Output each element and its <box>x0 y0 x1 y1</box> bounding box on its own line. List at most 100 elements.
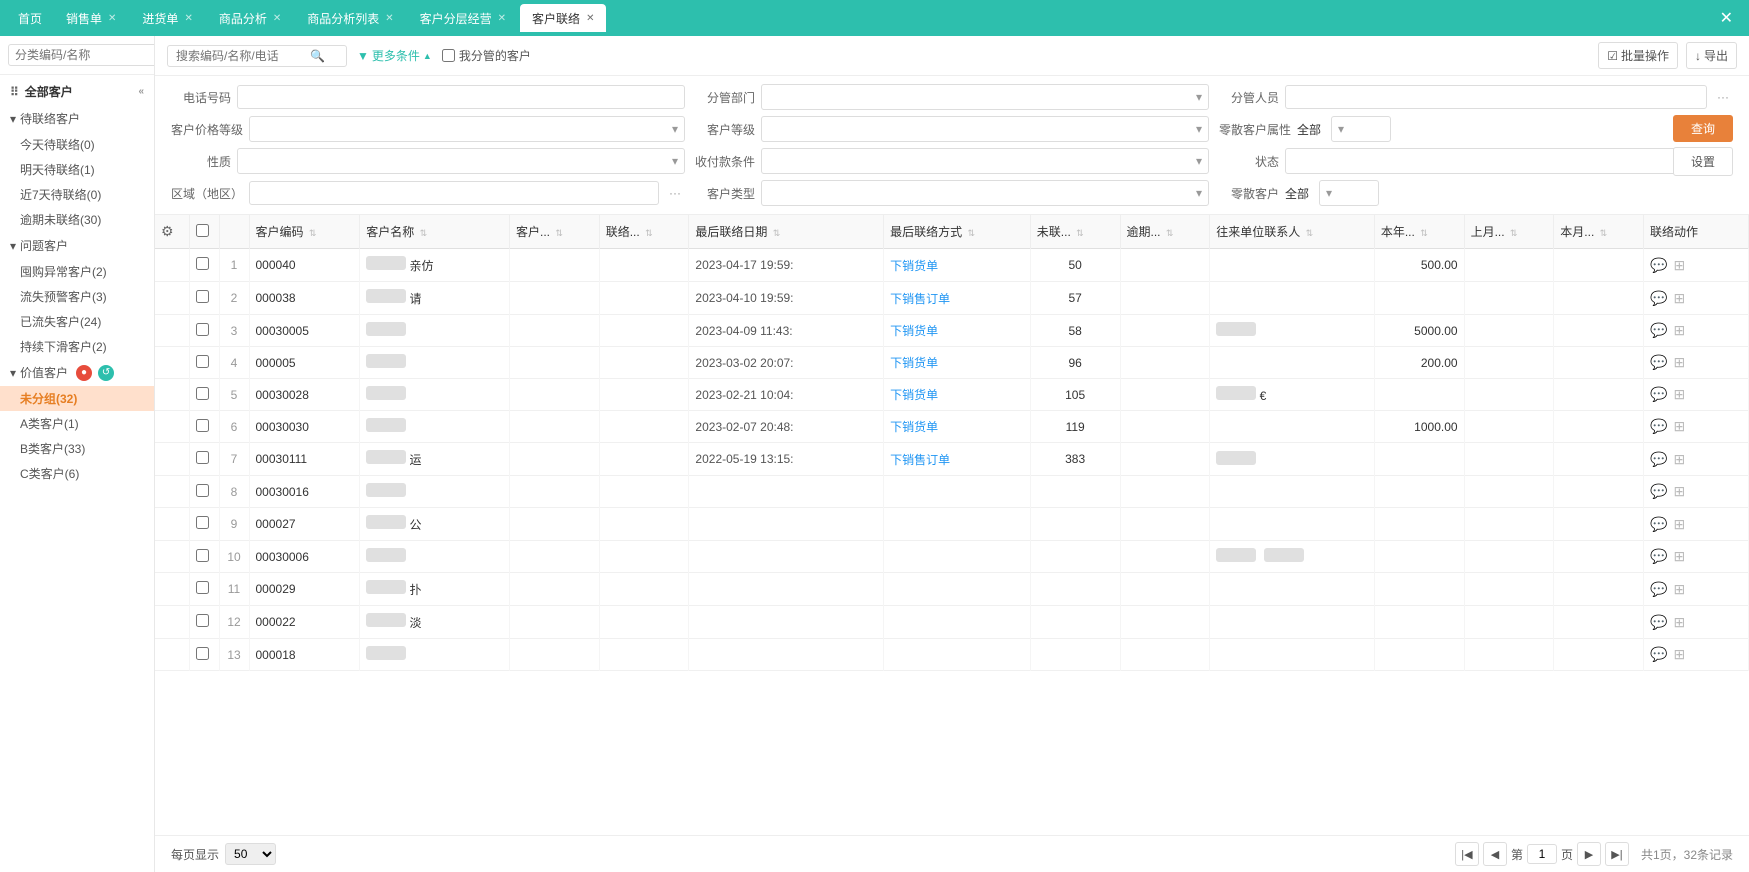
chat-icon-2[interactable]: 💬 <box>1650 322 1667 339</box>
filter-more-conditions[interactable]: ▼ 更多条件 ▲ <box>357 47 432 64</box>
sidebar-group-problem-customers[interactable]: ▾ 问题客户 <box>0 232 154 259</box>
row-checkbox-8[interactable] <box>196 516 209 529</box>
grid-action-icon-9[interactable]: ⊞ <box>1673 548 1685 565</box>
grid-action-icon-8[interactable]: ⊞ <box>1673 516 1685 533</box>
batch-operation-button[interactable]: ☑ 批量操作 <box>1598 42 1678 69</box>
row-checkbox-1[interactable] <box>196 290 209 303</box>
chat-icon-10[interactable]: 💬 <box>1650 581 1667 598</box>
tab-sales-close-icon[interactable]: ✕ <box>108 13 116 24</box>
td-lcm-4[interactable]: 下销货单 <box>884 379 1031 411</box>
td-lcm-9[interactable] <box>884 541 1031 573</box>
next-page-button[interactable]: ▶ <box>1577 842 1601 866</box>
td-checkbox-2[interactable] <box>189 315 219 347</box>
chat-icon-3[interactable]: 💬 <box>1650 354 1667 371</box>
td-checkbox-1[interactable] <box>189 282 219 315</box>
query-button[interactable]: 查询 <box>1673 115 1733 142</box>
th-type[interactable]: 客户... ⇅ <box>509 215 599 249</box>
prev-page-button[interactable]: ◀ <box>1483 842 1507 866</box>
chat-icon-0[interactable]: 💬 <box>1650 257 1667 274</box>
price-level-select[interactable]: ▾ <box>249 116 685 142</box>
tab-customer-contact[interactable]: 客户联络 ✕ <box>520 4 606 32</box>
th-checkbox[interactable] <box>189 215 219 249</box>
th-overdue[interactable]: 逾期... ⇅ <box>1120 215 1210 249</box>
dept-select[interactable]: ▾ <box>761 84 1209 110</box>
tab-analysis-list[interactable]: 商品分析列表 ✕ <box>295 4 405 32</box>
current-page-input[interactable] <box>1527 844 1557 864</box>
th-not-contacted[interactable]: 未联... ⇅ <box>1030 215 1120 249</box>
grid-action-icon-10[interactable]: ⊞ <box>1673 581 1685 598</box>
chat-icon-9[interactable]: 💬 <box>1650 548 1667 565</box>
sidebar-item-abnormal[interactable]: 囤购异常客户(2) <box>0 259 154 284</box>
sidebar-all-customers[interactable]: ⠿ 全部客户 « <box>0 75 154 105</box>
chat-icon-12[interactable]: 💬 <box>1650 646 1667 663</box>
td-checkbox-9[interactable] <box>189 541 219 573</box>
row-checkbox-9[interactable] <box>196 549 209 562</box>
td-lcm-1[interactable]: 下销售订单 <box>884 282 1031 315</box>
chat-icon-4[interactable]: 💬 <box>1650 386 1667 403</box>
sidebar-item-classC[interactable]: C类客户(6) <box>0 461 154 486</box>
chat-icon-11[interactable]: 💬 <box>1650 614 1667 631</box>
td-checkbox-0[interactable] <box>189 249 219 282</box>
th-contact[interactable]: 联络... ⇅ <box>599 215 689 249</box>
sidebar-item-lost[interactable]: 已流失客户(24) <box>0 309 154 334</box>
td-lcm-5[interactable]: 下销货单 <box>884 411 1031 443</box>
sidebar-item-classA[interactable]: A类客户(1) <box>0 411 154 436</box>
row-checkbox-5[interactable] <box>196 419 209 432</box>
tab-sales[interactable]: 销售单 ✕ <box>54 4 128 32</box>
sidebar-item-churn-warning[interactable]: 流失预警客户(3) <box>0 284 154 309</box>
close-all-icon[interactable]: ✕ <box>1712 8 1741 28</box>
grid-action-icon-7[interactable]: ⊞ <box>1673 483 1685 500</box>
th-settings[interactable]: ⚙ <box>155 215 189 249</box>
tab-customer-contact-close-icon[interactable]: ✕ <box>586 13 594 24</box>
tab-customer-segment-close-icon[interactable]: ✕ <box>498 13 506 24</box>
scatter-attr-select[interactable]: ▾ <box>1331 116 1391 142</box>
grid-action-icon-11[interactable]: ⊞ <box>1673 614 1685 631</box>
sidebar-item-ungraded[interactable]: 未分组(32) <box>0 386 154 411</box>
td-checkbox-8[interactable] <box>189 508 219 541</box>
chat-icon-1[interactable]: 💬 <box>1650 290 1667 307</box>
th-last-contact-date[interactable]: 最后联络日期 ⇅ <box>689 215 884 249</box>
sidebar-group-pending-contact[interactable]: ▾ 待联络客户 <box>0 105 154 132</box>
filter-search-input[interactable] <box>176 49 306 63</box>
grid-action-icon-0[interactable]: ⊞ <box>1673 257 1685 274</box>
td-lcm-6[interactable]: 下销售订单 <box>884 443 1031 476</box>
grid-action-icon-6[interactable]: ⊞ <box>1673 451 1685 468</box>
status-select[interactable]: ▾ <box>1285 148 1733 174</box>
tab-purchase-close-icon[interactable]: ✕ <box>184 13 192 24</box>
reset-button[interactable]: 设置 <box>1673 147 1733 176</box>
filter-my-customers[interactable]: 我分管的客户 <box>442 47 531 64</box>
tab-purchase[interactable]: 进货单 ✕ <box>130 4 204 32</box>
select-all-checkbox[interactable] <box>196 224 209 237</box>
sidebar-item-today[interactable]: 今天待联络(0) <box>0 132 154 157</box>
td-lcm-0[interactable]: 下销货单 <box>884 249 1031 282</box>
td-lcm-10[interactable] <box>884 573 1031 606</box>
td-lcm-3[interactable]: 下销货单 <box>884 347 1031 379</box>
first-page-button[interactable]: |◀ <box>1455 842 1479 866</box>
lcm-link-1[interactable]: 下销售订单 <box>890 292 950 306</box>
grid-action-icon-5[interactable]: ⊞ <box>1673 418 1685 435</box>
tab-home[interactable]: 首页 <box>8 10 52 27</box>
per-page-select[interactable]: 50 100 <box>225 843 276 865</box>
td-checkbox-4[interactable] <box>189 379 219 411</box>
grid-action-icon-3[interactable]: ⊞ <box>1673 354 1685 371</box>
chat-icon-7[interactable]: 💬 <box>1650 483 1667 500</box>
lcm-link-6[interactable]: 下销售订单 <box>890 453 950 467</box>
nature-select[interactable]: ▾ <box>237 148 685 174</box>
tab-analysis-list-close-icon[interactable]: ✕ <box>385 13 393 24</box>
chat-icon-6[interactable]: 💬 <box>1650 451 1667 468</box>
td-lcm-7[interactable] <box>884 476 1031 508</box>
tab-analysis-close-icon[interactable]: ✕ <box>273 13 281 24</box>
sidebar-item-tomorrow[interactable]: 明天待联络(1) <box>0 157 154 182</box>
lcm-link-0[interactable]: 下销货单 <box>890 259 938 273</box>
sidebar-group-value-customers[interactable]: ▾ 价值客户 ● ↺ <box>0 359 154 386</box>
grid-action-icon-4[interactable]: ⊞ <box>1673 386 1685 403</box>
td-lcm-8[interactable] <box>884 508 1031 541</box>
region-dots-icon[interactable]: ··· <box>665 186 685 200</box>
chat-icon-8[interactable]: 💬 <box>1650 516 1667 533</box>
row-checkbox-2[interactable] <box>196 323 209 336</box>
th-this-month[interactable]: 本月... ⇅ <box>1554 215 1644 249</box>
th-last-month[interactable]: 上月... ⇅ <box>1464 215 1554 249</box>
region-input[interactable] <box>249 181 659 205</box>
chat-icon-5[interactable]: 💬 <box>1650 418 1667 435</box>
td-checkbox-5[interactable] <box>189 411 219 443</box>
